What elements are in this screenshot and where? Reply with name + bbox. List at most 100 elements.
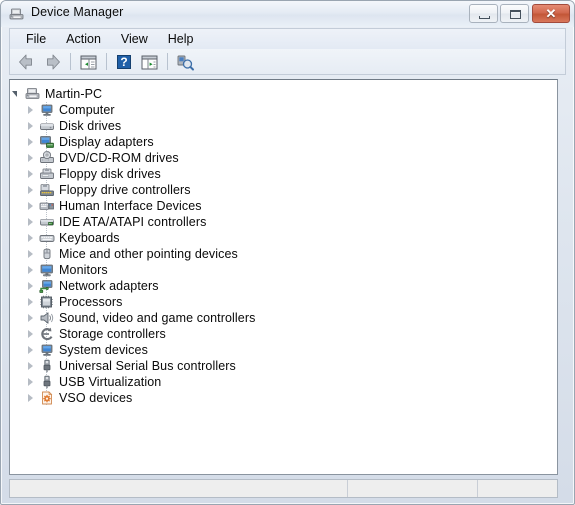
close-button[interactable]: ✕ xyxy=(532,4,570,23)
chevron-right-icon[interactable] xyxy=(24,182,38,198)
tree-item-floppy-disk-drives[interactable]: Floppy disk drives xyxy=(10,166,557,182)
tree-item-monitors[interactable]: Monitors xyxy=(10,262,557,278)
window-title: Device Manager xyxy=(31,5,124,19)
chevron-right-icon[interactable] xyxy=(24,150,38,166)
tree-item-label: IDE ATA/ATAPI controllers xyxy=(59,215,207,229)
usb-icon xyxy=(38,374,56,390)
chevron-right-icon[interactable] xyxy=(24,118,38,134)
computer-icon xyxy=(38,102,56,118)
tree-item-label: System devices xyxy=(59,343,148,357)
chevron-right-icon[interactable] xyxy=(24,326,38,342)
tree-item-label: Sound, video and game controllers xyxy=(59,311,256,325)
dvd-drive-icon xyxy=(38,150,56,166)
tree-item-label: Human Interface Devices xyxy=(59,199,202,213)
mouse-icon xyxy=(38,246,56,262)
status-pane-secondary xyxy=(348,480,478,497)
chevron-right-icon[interactable] xyxy=(24,342,38,358)
chevron-right-icon[interactable] xyxy=(24,294,38,310)
tree-item-dvd-cd-rom-drives[interactable]: DVD/CD-ROM drives xyxy=(10,150,557,166)
properties-icon[interactable] xyxy=(137,51,161,73)
back-arrow-icon[interactable] xyxy=(15,51,39,73)
tree-item-computer[interactable]: Computer xyxy=(10,102,557,118)
chevron-right-icon[interactable] xyxy=(24,102,38,118)
tree-item-label: Processors xyxy=(59,295,123,309)
hid-icon xyxy=(38,198,56,214)
tree-item-ide-ata-atapi-controllers[interactable]: IDE ATA/ATAPI controllers xyxy=(10,214,557,230)
minimize-button[interactable] xyxy=(469,4,498,23)
show-hide-console-tree-icon[interactable] xyxy=(76,51,100,73)
tree-root-item[interactable]: Martin-PC xyxy=(10,86,557,102)
toolbar-separator xyxy=(167,53,168,70)
floppy-disk-drive-icon xyxy=(38,166,56,182)
floppy-controller-icon xyxy=(38,182,56,198)
menu-item-help[interactable]: Help xyxy=(158,30,204,48)
tree-item-vso-devices[interactable]: VSO devices xyxy=(10,390,557,406)
chevron-right-icon[interactable] xyxy=(24,214,38,230)
tree-item-mice-and-other-pointing-devices[interactable]: Mice and other pointing devices xyxy=(10,246,557,262)
chevron-right-icon[interactable] xyxy=(24,278,38,294)
forward-arrow-icon[interactable] xyxy=(40,51,64,73)
tree-item-label: Network adapters xyxy=(59,279,159,293)
keyboard-icon xyxy=(38,230,56,246)
tree-item-label: Monitors xyxy=(59,263,108,277)
svg-text:?: ? xyxy=(120,55,127,69)
chevron-right-icon[interactable] xyxy=(24,198,38,214)
maximize-icon xyxy=(510,10,521,19)
storage-controller-icon xyxy=(38,326,56,342)
chevron-right-icon[interactable] xyxy=(24,310,38,326)
tree-item-label: Display adapters xyxy=(59,135,154,149)
computer-tower-icon xyxy=(24,86,42,102)
scan-for-hardware-changes-icon[interactable] xyxy=(173,51,197,73)
tree-item-floppy-drive-controllers[interactable]: Floppy drive controllers xyxy=(10,182,557,198)
tree-item-usb-virtualization[interactable]: USB Virtualization xyxy=(10,374,557,390)
tree-item-label: Universal Serial Bus controllers xyxy=(59,359,236,373)
status-bar xyxy=(9,479,558,498)
menu-item-action[interactable]: Action xyxy=(56,30,111,48)
tree-item-label: DVD/CD-ROM drives xyxy=(59,151,179,165)
help-icon[interactable]: ? xyxy=(112,51,136,73)
tree-item-disk-drives[interactable]: Disk drives xyxy=(10,118,557,134)
tree-item-human-interface-devices[interactable]: Human Interface Devices xyxy=(10,198,557,214)
minimize-icon xyxy=(479,16,490,19)
chevron-down-icon[interactable] xyxy=(10,86,24,102)
tree-item-system-devices[interactable]: System devices xyxy=(10,342,557,358)
tree-root-label: Martin-PC xyxy=(45,87,103,101)
chevron-right-icon[interactable] xyxy=(24,262,38,278)
chevron-right-icon[interactable] xyxy=(24,166,38,182)
chevron-right-icon[interactable] xyxy=(24,358,38,374)
status-pane-main xyxy=(10,480,348,497)
chevron-right-icon[interactable] xyxy=(24,134,38,150)
tree-item-sound-video-and-game-controllers[interactable]: Sound, video and game controllers xyxy=(10,310,557,326)
status-pane-tertiary xyxy=(478,480,557,497)
disk-drive-icon xyxy=(38,118,56,134)
speaker-icon xyxy=(38,310,56,326)
tree-item-label: Floppy disk drives xyxy=(59,167,161,181)
close-icon: ✕ xyxy=(545,5,557,21)
chevron-right-icon[interactable] xyxy=(24,390,38,406)
toolbar-separator xyxy=(106,53,107,70)
maximize-button[interactable] xyxy=(500,4,529,23)
tree-item-network-adapters[interactable]: Network adapters xyxy=(10,278,557,294)
menu-item-file[interactable]: File xyxy=(16,30,56,48)
tree-item-keyboards[interactable]: Keyboards xyxy=(10,230,557,246)
tree-item-label: USB Virtualization xyxy=(59,375,162,389)
menu-item-view[interactable]: View xyxy=(111,30,158,48)
menu-bar: File Action View Help xyxy=(9,28,566,49)
chevron-right-icon[interactable] xyxy=(24,374,38,390)
tree-item-processors[interactable]: Processors xyxy=(10,294,557,310)
monitor-icon xyxy=(38,262,56,278)
display-adapter-icon xyxy=(38,134,56,150)
tree-item-label: Mice and other pointing devices xyxy=(59,247,238,261)
tree-item-label: Floppy drive controllers xyxy=(59,183,191,197)
title-bar[interactable]: Device Manager ✕ xyxy=(1,1,574,27)
tree-item-label: VSO devices xyxy=(59,391,133,405)
chevron-right-icon[interactable] xyxy=(24,230,38,246)
chevron-right-icon[interactable] xyxy=(24,246,38,262)
toolbar-separator xyxy=(70,53,71,70)
device-manager-window: Device Manager ✕ File Action View Help ?… xyxy=(0,0,575,505)
device-tree-panel[interactable]: Martin-PC Computer Disk drives Display a… xyxy=(9,79,558,475)
tree-item-display-adapters[interactable]: Display adapters xyxy=(10,134,557,150)
tree-item-universal-serial-bus-controllers[interactable]: Universal Serial Bus controllers xyxy=(10,358,557,374)
vso-device-icon xyxy=(38,390,56,406)
tree-item-storage-controllers[interactable]: Storage controllers xyxy=(10,326,557,342)
